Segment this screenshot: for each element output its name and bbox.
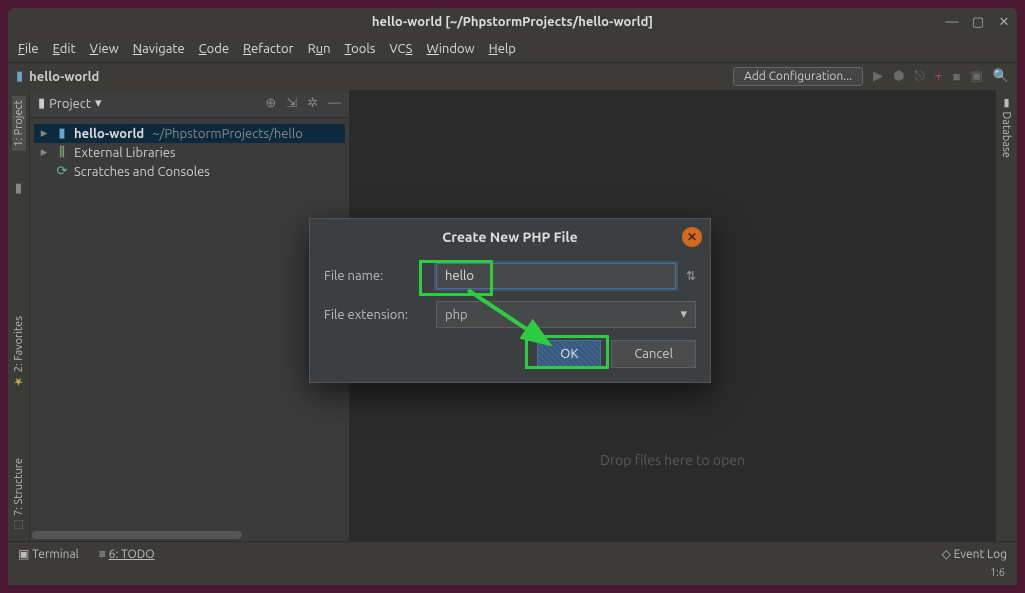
sidebar-tab-favorites[interactable]: ★ 2: Favorites <box>12 316 25 388</box>
menu-vcs[interactable]: VCS <box>389 42 412 56</box>
file-extension-select[interactable]: php ▾ <box>436 301 696 328</box>
history-icon[interactable]: ⇅ <box>686 269 696 283</box>
layout-icon[interactable]: ▣ <box>971 69 983 84</box>
menu-navigate[interactable]: Navigate <box>133 42 185 56</box>
debug-icon[interactable]: ⬢ <box>893 69 904 84</box>
settings-icon[interactable]: ✲ <box>307 96 318 111</box>
ok-button[interactable]: OK <box>537 340 601 368</box>
sidebar-tab-project[interactable]: 1: Project <box>12 96 26 151</box>
menu-view[interactable]: View <box>90 42 119 56</box>
sidebar-tab-database[interactable]: ▮ Database <box>1000 96 1013 158</box>
dialog-title: Create New PHP File <box>442 229 578 245</box>
add-configuration-button[interactable]: Add Configuration... <box>733 67 863 86</box>
menu-refactor[interactable]: Refactor <box>243 42 294 56</box>
left-gutter: 1: Project ▮ ★ 2: Favorites ⬚ 7: Structu… <box>8 90 30 541</box>
create-php-file-dialog: Create New PHP File ✕ File name: ⇅ File … <box>309 218 711 383</box>
menu-tools[interactable]: Tools <box>345 42 376 56</box>
status-todo[interactable]: ≡ 6: TODO <box>99 547 155 561</box>
collapse-icon[interactable]: ⇲ <box>286 96 297 111</box>
drop-hint: Drop files here to open <box>600 452 745 468</box>
dialog-close-icon[interactable]: ✕ <box>682 227 702 247</box>
status-event-log[interactable]: ◇ Event Log <box>942 547 1007 561</box>
close-window-icon[interactable]: ✕ <box>997 15 1011 30</box>
target-icon[interactable]: ⊕ <box>265 96 276 111</box>
cancel-button[interactable]: Cancel <box>611 340 696 368</box>
tree-scratches[interactable]: ⟳ Scratches and Consoles <box>34 162 345 181</box>
minimize-icon[interactable]: — <box>945 15 959 30</box>
file-name-label: File name: <box>324 269 436 283</box>
menubar: File Edit View Navigate Code Refactor Ru… <box>8 36 1017 62</box>
profile-icon[interactable]: ⫟ <box>935 69 943 84</box>
menu-run[interactable]: Run <box>308 42 331 56</box>
menu-window[interactable]: Window <box>426 42 474 56</box>
menu-edit[interactable]: Edit <box>53 42 76 56</box>
project-panel-title[interactable]: ▮ Project ▾ <box>38 96 101 111</box>
search-everywhere-icon[interactable]: 🔍 <box>993 69 1009 84</box>
run-icon[interactable]: ▶ <box>873 69 883 84</box>
window-title: hello-world [~/PhpstormProjects/hello-wo… <box>372 15 653 29</box>
breadcrumb[interactable]: hello-world <box>29 70 99 84</box>
tree-root[interactable]: ▸▮ hello-world ~/PhpstormProjects/hello <box>34 124 345 143</box>
titlebar: hello-world [~/PhpstormProjects/hello-wo… <box>8 8 1017 36</box>
stop-icon[interactable]: ■ <box>953 69 961 84</box>
maximize-icon[interactable]: ▢ <box>971 15 985 30</box>
right-gutter: ▮ Database <box>995 90 1017 541</box>
project-panel: ▮ Project ▾ ⊕ ⇲ ✲ — ▸▮ hello-world ~/Php… <box>30 90 350 541</box>
coverage-icon[interactable]: ⎋ <box>914 69 924 84</box>
status-terminal[interactable]: ▣ Terminal <box>18 547 79 561</box>
caret-position: 1:6 <box>8 565 1017 585</box>
chevron-down-icon: ▾ <box>680 307 687 322</box>
menu-code[interactable]: Code <box>199 42 229 56</box>
sidebar-tab-structure[interactable]: ⬚ 7: Structure <box>12 458 25 531</box>
file-name-input[interactable] <box>436 263 676 289</box>
project-tree: ▸▮ hello-world ~/PhpstormProjects/hello … <box>30 118 349 187</box>
menu-help[interactable]: Help <box>489 42 516 56</box>
navbar: ▮ hello-world Add Configuration... ▶ ⬢ ⎋… <box>8 62 1017 90</box>
menu-file[interactable]: File <box>18 42 39 56</box>
file-extension-label: File extension: <box>324 308 436 322</box>
folder-icon: ▮ <box>16 69 23 84</box>
panel-scrollbar[interactable] <box>30 529 349 541</box>
statusbar: ▣ Terminal ≡ 6: TODO ◇ Event Log <box>8 541 1017 565</box>
tree-external-libraries[interactable]: ▸⫼ External Libraries <box>34 143 345 162</box>
bookmark-icon[interactable]: ▮ <box>15 181 22 196</box>
hide-icon[interactable]: — <box>328 96 341 111</box>
